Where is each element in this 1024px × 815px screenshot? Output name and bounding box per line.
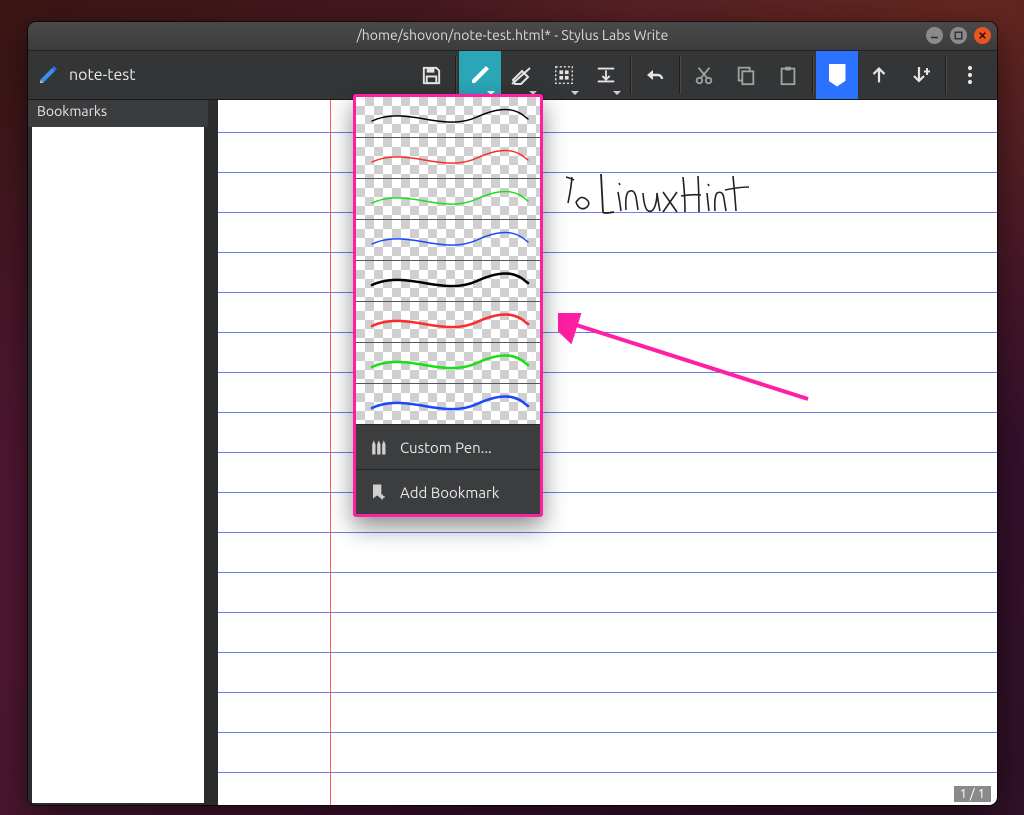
pencil-icon: [36, 63, 60, 87]
save-icon: [420, 64, 443, 87]
insert-space-tool-button[interactable]: [585, 51, 627, 99]
next-page-button[interactable]: [900, 51, 942, 99]
window-controls: [926, 27, 991, 44]
bookmark-icon: [829, 64, 846, 87]
select-tool-button[interactable]: [543, 51, 585, 99]
minimize-button[interactable]: [926, 27, 943, 44]
cut-button[interactable]: [683, 51, 725, 99]
copy-icon: [735, 64, 757, 86]
page[interactable]: [218, 100, 997, 805]
eraser-icon: [510, 63, 534, 87]
undo-icon: [643, 63, 667, 87]
pen-swatch-2[interactable]: [356, 178, 540, 219]
handwriting-sample: [563, 168, 783, 228]
content-area: Bookmarks: [28, 100, 997, 805]
kebab-icon: [967, 65, 973, 85]
pen-swatch-3[interactable]: [356, 219, 540, 260]
custom-pen-label: Custom Pen...: [400, 439, 492, 456]
undo-button[interactable]: [634, 51, 676, 99]
page-margin-line: [330, 100, 331, 805]
close-button[interactable]: [974, 27, 991, 44]
pen-tool-button[interactable]: [459, 51, 501, 99]
pen-swatch-1[interactable]: [356, 137, 540, 178]
maximize-button[interactable]: [950, 27, 967, 44]
insert-space-icon: [595, 64, 617, 86]
clipboard-icon: [777, 64, 799, 86]
pen-swatch-7[interactable]: [356, 383, 540, 424]
canvas-viewport[interactable]: 1 / 1 Custom Pen... Add Bookmark: [208, 100, 997, 805]
add-bookmark-label: Add Bookmark: [400, 484, 499, 501]
window-title: /home/shovon/note-test.html* - Stylus La…: [28, 27, 997, 43]
sidebar: Bookmarks: [28, 100, 208, 805]
custom-pen-menu-item[interactable]: Custom Pen...: [356, 424, 540, 469]
arrow-up-icon: [868, 64, 890, 86]
app-window: /home/shovon/note-test.html* - Stylus La…: [28, 22, 997, 805]
pen-palette-dropdown: Custom Pen... Add Bookmark: [353, 94, 543, 517]
page-counter: 1 / 1: [954, 786, 991, 802]
sidebar-header: Bookmarks: [28, 100, 208, 127]
eraser-tool-button[interactable]: [501, 51, 543, 99]
bookmarks-list[interactable]: [32, 127, 204, 803]
paste-button[interactable]: [767, 51, 809, 99]
pen-swatch-0[interactable]: [356, 97, 540, 137]
arrow-down-new-icon: [909, 63, 933, 87]
callout-arrow: [558, 313, 818, 413]
pen-swatch-4[interactable]: [356, 260, 540, 301]
bookmark-add-icon: [368, 482, 388, 502]
titlebar: /home/shovon/note-test.html* - Stylus La…: [28, 22, 997, 51]
copy-button[interactable]: [725, 51, 767, 99]
pen-icon: [468, 63, 492, 87]
pen-swatch-6[interactable]: [356, 342, 540, 383]
bookmark-button[interactable]: [816, 51, 858, 99]
prev-page-button[interactable]: [858, 51, 900, 99]
cut-icon: [693, 64, 715, 86]
add-bookmark-menu-item[interactable]: Add Bookmark: [356, 469, 540, 514]
save-button[interactable]: [410, 51, 452, 99]
main-toolbar: note-test: [28, 51, 997, 100]
pen-swatch-5[interactable]: [356, 301, 540, 342]
pens-icon: [368, 437, 388, 457]
document-label: note-test: [69, 66, 136, 84]
overflow-menu-button[interactable]: [949, 51, 991, 99]
select-icon: [553, 64, 575, 86]
